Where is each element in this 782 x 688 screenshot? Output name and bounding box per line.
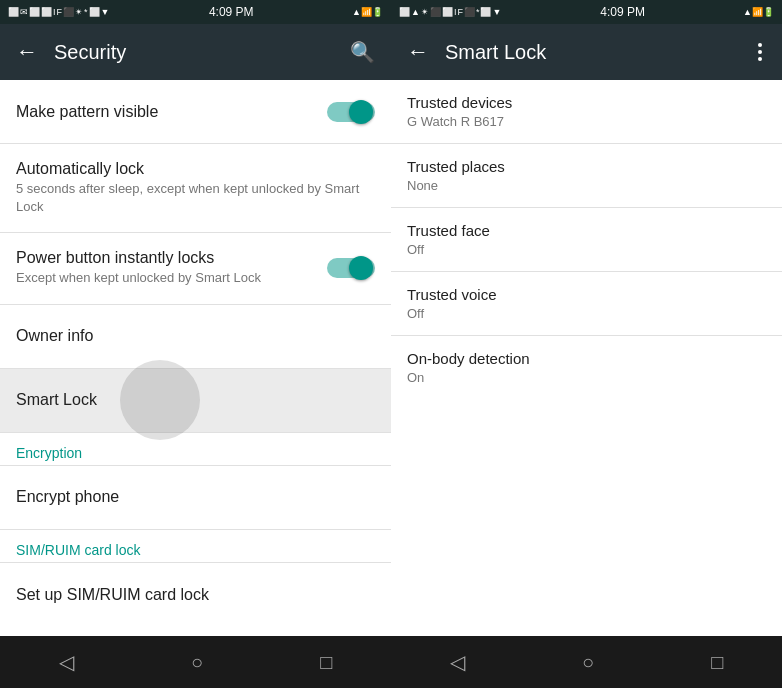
trusted-places-subtitle: None xyxy=(407,178,766,193)
power-button-text: Power button instantly locks Except when… xyxy=(16,249,327,287)
make-pattern-visible-text: Make pattern visible xyxy=(16,103,327,121)
automatically-lock-text: Automatically lock 5 seconds after sleep… xyxy=(16,160,375,216)
left-panel: ⬜✉⬜⬜IF⬛✴*⬜▼ 4:09 PM ▲📶🔋 ← Security 🔍 Mak… xyxy=(0,0,391,688)
make-pattern-visible-item[interactable]: Make pattern visible xyxy=(0,80,391,144)
right-menu-icon[interactable] xyxy=(754,39,766,65)
right-back-button[interactable]: ← xyxy=(407,39,429,65)
trusted-face-item[interactable]: Trusted face Off xyxy=(391,208,782,272)
left-toolbar-title: Security xyxy=(54,41,334,64)
sim-section-header: SIM/RUIM card lock xyxy=(0,530,391,563)
right-status-time: 4:09 PM xyxy=(600,5,645,19)
dot-2 xyxy=(758,50,762,54)
right-toolbar: ← Smart Lock xyxy=(391,24,782,80)
trusted-devices-item[interactable]: Trusted devices G Watch R B617 xyxy=(391,80,782,144)
power-button-subtitle: Except when kept unlocked by Smart Lock xyxy=(16,269,327,287)
make-pattern-visible-title: Make pattern visible xyxy=(16,103,327,121)
on-body-detection-item[interactable]: On-body detection On xyxy=(391,336,782,399)
owner-info-item[interactable]: Owner info xyxy=(0,305,391,369)
smart-lock-item[interactable]: Smart Lock xyxy=(0,369,391,433)
toggle-thumb xyxy=(349,100,373,124)
setup-sim-title: Set up SIM/RUIM card lock xyxy=(16,586,375,604)
owner-info-text: Owner info xyxy=(16,327,375,345)
on-body-detection-subtitle: On xyxy=(407,370,766,385)
right-content: Trusted devices G Watch R B617 Trusted p… xyxy=(391,80,782,636)
trusted-voice-subtitle: Off xyxy=(407,306,766,321)
left-status-time: 4:09 PM xyxy=(209,5,254,19)
setup-sim-text: Set up SIM/RUIM card lock xyxy=(16,586,375,604)
automatically-lock-title: Automatically lock xyxy=(16,160,375,178)
dot-3 xyxy=(758,57,762,61)
trusted-voice-title: Trusted voice xyxy=(407,286,766,303)
right-status-right-icons: ▲📶🔋 xyxy=(743,7,774,17)
left-back-button[interactable]: ← xyxy=(16,39,38,65)
left-status-bar: ⬜✉⬜⬜IF⬛✴*⬜▼ 4:09 PM ▲📶🔋 xyxy=(0,0,391,24)
left-back-nav-icon[interactable]: ◁ xyxy=(47,638,86,686)
smart-lock-title: Smart Lock xyxy=(16,391,375,409)
encrypt-phone-text: Encrypt phone xyxy=(16,488,375,506)
left-search-icon[interactable]: 🔍 xyxy=(350,40,375,64)
left-toolbar: ← Security 🔍 xyxy=(0,24,391,80)
trusted-voice-item[interactable]: Trusted voice Off xyxy=(391,272,782,336)
automatically-lock-item[interactable]: Automatically lock 5 seconds after sleep… xyxy=(0,144,391,233)
right-toolbar-title: Smart Lock xyxy=(445,41,738,64)
left-recent-nav-icon[interactable]: □ xyxy=(308,639,344,686)
trusted-face-title: Trusted face xyxy=(407,222,766,239)
encryption-section-header: Encryption xyxy=(0,433,391,466)
right-panel: ⬜▲✴⬛⬜IF⬛*⬜▼ 4:09 PM ▲📶🔋 ← Smart Lock Tru… xyxy=(391,0,782,688)
trusted-places-title: Trusted places xyxy=(407,158,766,175)
left-nav-bar: ◁ ○ □ xyxy=(0,636,391,688)
power-button-title: Power button instantly locks xyxy=(16,249,327,267)
right-recent-nav-icon[interactable]: □ xyxy=(699,639,735,686)
left-content: Make pattern visible Automatically lock … xyxy=(0,80,391,636)
encrypt-phone-title: Encrypt phone xyxy=(16,488,375,506)
power-button-toggle[interactable] xyxy=(327,254,375,282)
trusted-devices-title: Trusted devices xyxy=(407,94,766,111)
make-pattern-toggle[interactable] xyxy=(327,98,375,126)
setup-sim-item[interactable]: Set up SIM/RUIM card lock xyxy=(0,563,391,627)
power-button-item[interactable]: Power button instantly locks Except when… xyxy=(0,233,391,304)
right-nav-bar: ◁ ○ □ xyxy=(391,636,782,688)
left-status-right-icons: ▲📶🔋 xyxy=(352,7,383,17)
right-home-nav-icon[interactable]: ○ xyxy=(570,639,606,686)
right-status-left-icons: ⬜▲✴⬛⬜IF⬛*⬜▼ xyxy=(399,7,502,17)
owner-info-title: Owner info xyxy=(16,327,375,345)
right-back-nav-icon[interactable]: ◁ xyxy=(438,638,477,686)
left-status-left-icons: ⬜✉⬜⬜IF⬛✴*⬜▼ xyxy=(8,7,110,17)
dot-1 xyxy=(758,43,762,47)
on-body-detection-title: On-body detection xyxy=(407,350,766,367)
right-status-bar: ⬜▲✴⬛⬜IF⬛*⬜▼ 4:09 PM ▲📶🔋 xyxy=(391,0,782,24)
left-home-nav-icon[interactable]: ○ xyxy=(179,639,215,686)
smart-lock-text: Smart Lock xyxy=(16,391,375,409)
automatically-lock-subtitle: 5 seconds after sleep, except when kept … xyxy=(16,180,375,216)
trusted-places-item[interactable]: Trusted places None xyxy=(391,144,782,208)
encrypt-phone-item[interactable]: Encrypt phone xyxy=(0,466,391,530)
trusted-face-subtitle: Off xyxy=(407,242,766,257)
trusted-devices-subtitle: G Watch R B617 xyxy=(407,114,766,129)
